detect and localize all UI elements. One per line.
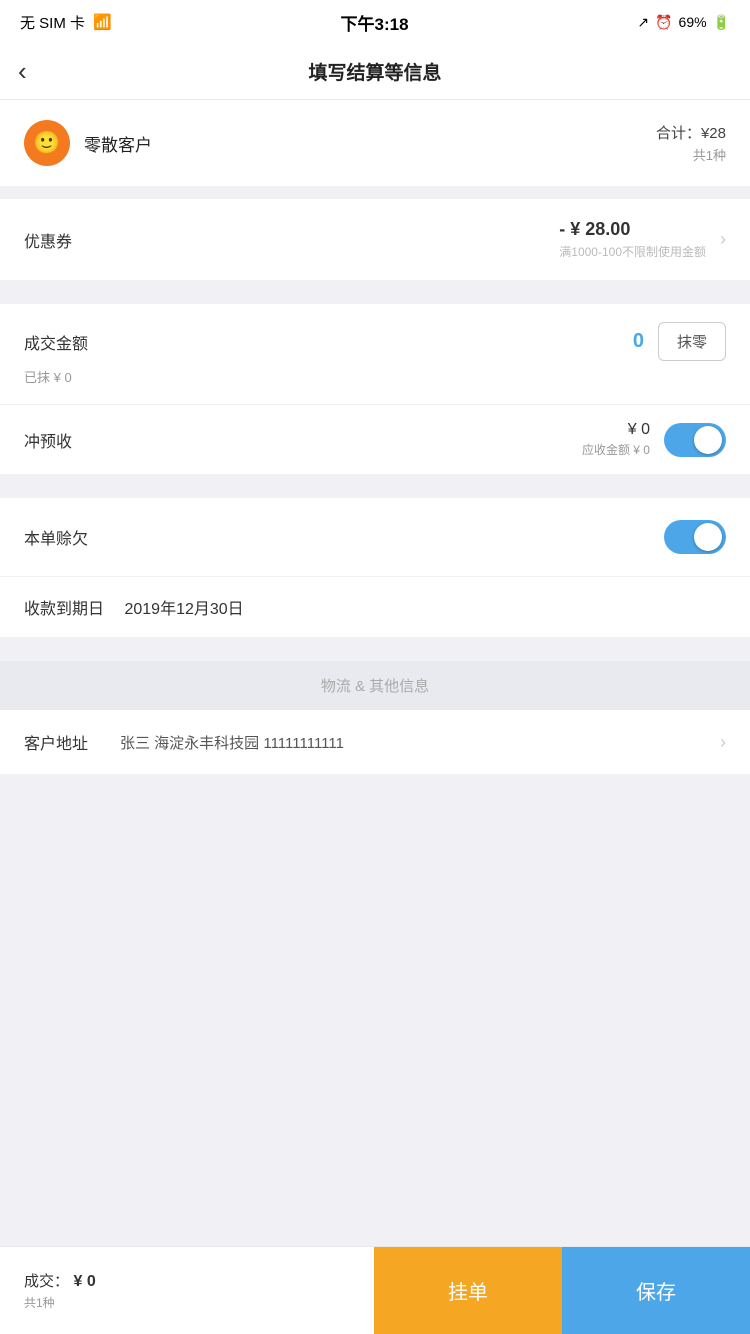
status-left: 无 SIM 卡 📶: [20, 12, 112, 33]
address-row[interactable]: 客户地址 张三 海淀永丰科技园 11111111111 ›: [0, 710, 750, 774]
address-label: 客户地址: [24, 730, 104, 754]
customer-name: 零散客户: [84, 131, 152, 156]
customer-card: 🙂 零散客户 合计：¥28 共1种: [0, 100, 750, 186]
avatar-icon: 🙂: [33, 130, 60, 156]
deal-card: 成交金额 0 抹零 已抹 ¥ 0 冲预收 ¥ 0 应收金额 ¥ 0: [0, 304, 750, 474]
location-icon: ↗: [637, 14, 649, 31]
debt-toggle[interactable]: [664, 520, 726, 554]
alarm-icon: ⏰: [655, 14, 672, 31]
status-right: ↗ ⏰ 69% 🔋: [637, 14, 730, 31]
nav-bar: ‹ 填写结算等信息: [0, 44, 750, 100]
customer-total: 合计：¥28 共1种: [656, 122, 726, 164]
section-header: 物流 & 其他信息: [0, 661, 750, 710]
flush-amounts: ¥ 0 应收金额 ¥ 0: [582, 421, 650, 458]
flush-label: 冲预收: [24, 428, 72, 452]
wifi-icon: 📶: [93, 13, 112, 31]
coupon-sub: 满1000-100不限制使用金额: [559, 243, 706, 260]
flush-toggle-knob: [694, 426, 722, 454]
flush-amount-sub: 应收金额 ¥ 0: [582, 441, 650, 458]
debt-label: 本单赊欠: [24, 525, 88, 549]
bottom-deal-line: 成交： ¥ 0: [24, 1270, 350, 1291]
deal-row-top: 成交金额 0 抹零: [24, 322, 726, 361]
round-off-button[interactable]: 抹零: [658, 322, 726, 361]
deal-amount-row: 成交金额 0 抹零 已抹 ¥ 0: [0, 304, 750, 404]
debt-row: 本单赊欠: [0, 498, 750, 576]
bottom-deal-label: 成交：: [24, 1273, 69, 1290]
avatar: 🙂: [24, 120, 70, 166]
hold-button[interactable]: 挂单: [374, 1247, 562, 1334]
total-count: 共1种: [656, 145, 726, 164]
battery-label: 69%: [679, 14, 707, 30]
debt-card: 本单赊欠 收款到期日 2019年12月30日: [0, 498, 750, 637]
status-bar: 无 SIM 卡 📶 下午3:18 ↗ ⏰ 69% 🔋: [0, 0, 750, 44]
separator-1: [0, 292, 750, 304]
coupon-row[interactable]: 优惠券 - ¥ 28.00 满1000-100不限制使用金额 ›: [0, 198, 750, 280]
flush-right: ¥ 0 应收金额 ¥ 0: [582, 421, 726, 458]
debt-toggle-knob: [694, 523, 722, 551]
deal-value[interactable]: 0: [633, 330, 644, 353]
due-date-row: 收款到期日 2019年12月30日: [0, 576, 750, 637]
coupon-right: - ¥ 28.00 满1000-100不限制使用金额 ›: [559, 219, 726, 260]
address-card[interactable]: 客户地址 张三 海淀永丰科技园 11111111111 ›: [0, 710, 750, 774]
flush-amount-main: ¥ 0: [582, 421, 650, 439]
separator-3: [0, 649, 750, 661]
coupon-label: 优惠券: [24, 228, 72, 252]
due-date-label: 收款到期日: [24, 601, 104, 618]
flush-toggle[interactable]: [664, 423, 726, 457]
battery-icon: 🔋: [713, 14, 730, 31]
back-button[interactable]: ‹: [18, 56, 27, 87]
separator-2: [0, 486, 750, 498]
bottom-count: 共1种: [24, 1294, 350, 1311]
customer-row: 🙂 零散客户 合计：¥28 共1种: [0, 100, 750, 186]
address-chevron-icon: ›: [720, 732, 726, 753]
coupon-value: - ¥ 28.00: [559, 219, 706, 240]
bottom-bar: 成交： ¥ 0 共1种 挂单 保存: [0, 1246, 750, 1334]
coupon-card[interactable]: 优惠券 - ¥ 28.00 满1000-100不限制使用金额 ›: [0, 198, 750, 280]
section-header-label: 物流 & 其他信息: [321, 678, 429, 695]
status-time: 下午3:18: [341, 10, 409, 35]
deal-amount-label: 成交金额: [24, 330, 88, 354]
customer-left: 🙂 零散客户: [24, 120, 152, 166]
bottom-deal-amount: ¥ 0: [73, 1273, 95, 1290]
due-date-value: 2019年12月30日: [124, 601, 243, 618]
no-sim-label: 无 SIM 卡: [20, 12, 85, 33]
bottom-info: 成交： ¥ 0 共1种: [0, 1270, 374, 1311]
page-title: 填写结算等信息: [308, 58, 441, 85]
chevron-icon: ›: [720, 229, 726, 250]
address-value: 张三 海淀永丰科技园 11111111111: [120, 732, 716, 753]
deal-input-area: 0 抹零: [633, 322, 726, 361]
flush-advance-row: 冲预收 ¥ 0 应收金额 ¥ 0: [0, 404, 750, 474]
main-content: 🙂 零散客户 合计：¥28 共1种 优惠券 - ¥ 28.00 满1000-10…: [0, 100, 750, 886]
total-amount: 合计：¥28: [656, 122, 726, 143]
save-button[interactable]: 保存: [562, 1247, 750, 1334]
deal-sub: 已抹 ¥ 0: [24, 367, 726, 396]
